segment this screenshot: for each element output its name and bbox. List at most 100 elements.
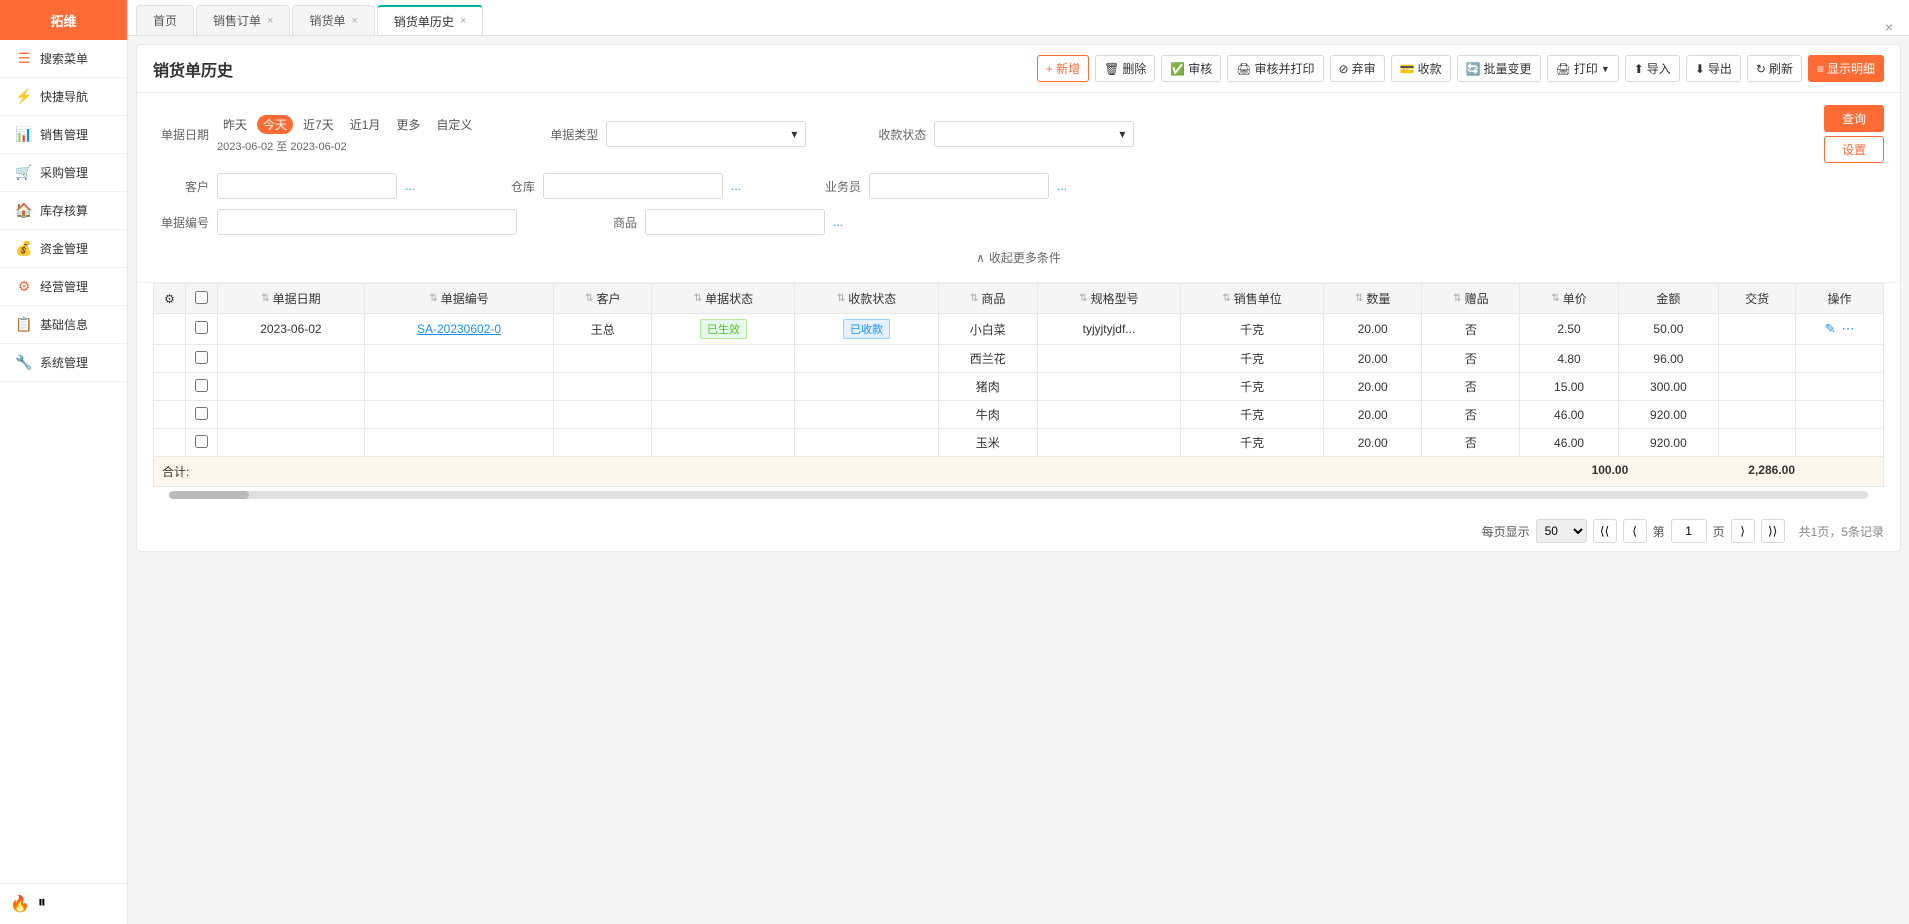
date-custom[interactable]: 自定义 bbox=[430, 115, 478, 134]
tab-sales-order[interactable]: 销售订单 × bbox=[196, 5, 290, 35]
cell-check-4[interactable] bbox=[186, 429, 218, 457]
cell-gift-3: 否 bbox=[1422, 401, 1520, 429]
sidebar-item-quick-nav[interactable]: ⚡ 快捷导航 bbox=[0, 78, 127, 116]
date-today[interactable]: 今天 bbox=[257, 115, 293, 134]
cell-collect-status-3 bbox=[795, 401, 938, 429]
tab-sales-history[interactable]: 销货单历史 × bbox=[377, 5, 483, 35]
table-row: 牛肉 千克 20.00 否 46.00 920.00 bbox=[154, 401, 1884, 429]
abandon-button[interactable]: ⊘ 弃审 bbox=[1330, 55, 1385, 82]
doc-type-select[interactable]: ▾ bbox=[606, 121, 806, 147]
th-qty[interactable]: ⇅数量 bbox=[1324, 284, 1422, 314]
sidebar-item-search-menu[interactable]: ☰ 搜索菜单 bbox=[0, 40, 127, 78]
th-goods[interactable]: ⇅商品 bbox=[938, 284, 1037, 314]
th-check[interactable] bbox=[186, 284, 218, 314]
filter-row-2: 客户 ... 仓库 ... 业务员 ... bbox=[153, 173, 1884, 199]
row-checkbox-4[interactable] bbox=[195, 435, 208, 448]
page-last-button[interactable]: ⟩⟩ bbox=[1761, 519, 1785, 543]
cell-collect-status-0: 已收款 bbox=[795, 314, 938, 345]
row-checkbox-1[interactable] bbox=[195, 351, 208, 364]
warehouse-ellipsis[interactable]: ... bbox=[731, 179, 741, 193]
batch-change-button[interactable]: 🔄 批量变更 bbox=[1457, 55, 1541, 82]
date-1month[interactable]: 近1月 bbox=[344, 115, 387, 134]
date-7days[interactable]: 近7天 bbox=[297, 115, 340, 134]
cell-check-3[interactable] bbox=[186, 401, 218, 429]
table-scroll-thumb bbox=[169, 491, 249, 499]
fire-icon[interactable]: 🔥 bbox=[10, 894, 30, 914]
set-button[interactable]: 设置 bbox=[1824, 136, 1884, 163]
delete-button[interactable]: 🗑 删除 bbox=[1095, 55, 1155, 82]
date-more[interactable]: 更多 bbox=[390, 115, 426, 134]
tab-sales-goods[interactable]: 销货单 × bbox=[292, 5, 374, 35]
audit-button[interactable]: ✅ 审核 bbox=[1161, 55, 1221, 82]
th-date[interactable]: ⇅单据日期 bbox=[218, 284, 365, 314]
edit-icon-0[interactable]: ✎ bbox=[1825, 321, 1836, 337]
customer-input[interactable] bbox=[217, 173, 397, 199]
th-price[interactable]: ⇅单价 bbox=[1520, 284, 1618, 314]
sidebar-item-label: 快捷导航 bbox=[40, 88, 88, 105]
tab-sales-goods-close[interactable]: × bbox=[351, 15, 357, 27]
collapse-button[interactable]: ∧ 收起更多条件 bbox=[153, 245, 1884, 270]
doc-no-link-0[interactable]: SA-20230602-0 bbox=[417, 322, 501, 336]
filter-doc-no: 单据编号 bbox=[153, 209, 517, 235]
th-no[interactable]: ⇅单据编号 bbox=[364, 284, 553, 314]
th-doc-status[interactable]: ⇅单据状态 bbox=[652, 284, 795, 314]
page-number-input[interactable] bbox=[1671, 519, 1707, 543]
cell-check-1[interactable] bbox=[186, 345, 218, 373]
salesperson-input[interactable] bbox=[869, 173, 1049, 199]
page-prev-button[interactable]: ⟨ bbox=[1623, 519, 1647, 543]
new-button[interactable]: + 新增 bbox=[1037, 55, 1089, 82]
sidebar-item-finance-mgmt[interactable]: 💰 资金管理 bbox=[0, 230, 127, 268]
tab-sales-history-close[interactable]: × bbox=[460, 15, 466, 27]
export-button[interactable]: ⬇ 导出 bbox=[1686, 55, 1741, 82]
th-collect-status[interactable]: ⇅收款状态 bbox=[795, 284, 938, 314]
tab-home[interactable]: 首页 bbox=[136, 5, 194, 35]
goods-input[interactable] bbox=[645, 209, 825, 235]
salesperson-ellipsis[interactable]: ... bbox=[1057, 179, 1067, 193]
query-button[interactable]: 查询 bbox=[1824, 105, 1884, 132]
cell-collect-status-1 bbox=[795, 345, 938, 373]
page-next-button[interactable]: ⟩ bbox=[1731, 519, 1755, 543]
cell-transaction-4 bbox=[1719, 429, 1796, 457]
print-button[interactable]: 🖨 打印 ▼ bbox=[1547, 55, 1619, 82]
window-close-icon[interactable]: × bbox=[1885, 19, 1893, 35]
th-spec[interactable]: ⇅规格型号 bbox=[1037, 284, 1180, 314]
audit-print-button[interactable]: 🖨 审核并打印 bbox=[1227, 55, 1323, 82]
data-table: ⚙ ⇅单据日期 ⇅单据编号 ⇅客户 ⇅单据状态 ⇅收款状态 ⇅商品 ⇅规格型号 … bbox=[153, 283, 1884, 457]
tab-sales-order-close[interactable]: × bbox=[267, 15, 273, 27]
th-gift[interactable]: ⇅赠品 bbox=[1422, 284, 1520, 314]
th-settings[interactable]: ⚙ bbox=[154, 284, 186, 314]
refresh-button[interactable]: ↻ 刷新 bbox=[1747, 55, 1802, 82]
th-unit[interactable]: ⇅销售单位 bbox=[1181, 284, 1324, 314]
page-first-button[interactable]: ⟨⟨ bbox=[1593, 519, 1617, 543]
th-transaction[interactable]: 交货 bbox=[1719, 284, 1796, 314]
sidebar-item-basic-info[interactable]: 📋 基础信息 bbox=[0, 306, 127, 344]
warehouse-input[interactable] bbox=[543, 173, 723, 199]
date-yesterday[interactable]: 昨天 bbox=[217, 115, 253, 134]
goods-ellipsis[interactable]: ... bbox=[833, 215, 843, 229]
sidebar-item-purchase-mgmt[interactable]: 🛒 采购管理 bbox=[0, 154, 127, 192]
doc-no-input[interactable] bbox=[217, 209, 517, 235]
row-checkbox-0[interactable] bbox=[195, 321, 208, 334]
import-button[interactable]: ⬆ 导入 bbox=[1625, 55, 1680, 82]
sidebar-item-inventory-calc[interactable]: 🏠 库存核算 bbox=[0, 192, 127, 230]
sort-spec-icon: ⇅ bbox=[1079, 293, 1087, 304]
per-page-select[interactable]: 50 100 200 bbox=[1536, 519, 1587, 543]
quick-nav-icon: ⚡ bbox=[16, 89, 32, 105]
table-scrollbar[interactable] bbox=[169, 491, 1868, 499]
customer-ellipsis[interactable]: ... bbox=[405, 179, 415, 193]
cell-check-2[interactable] bbox=[186, 373, 218, 401]
cell-check-0[interactable] bbox=[186, 314, 218, 345]
collect-status-select[interactable]: ▾ bbox=[934, 121, 1134, 147]
sidebar-item-sales-mgmt[interactable]: 📊 销售管理 bbox=[0, 116, 127, 154]
sidebar-item-sys-mgmt[interactable]: 🔧 系统管理 bbox=[0, 344, 127, 382]
collect-button[interactable]: 💳 收款 bbox=[1391, 55, 1451, 82]
th-customer[interactable]: ⇅客户 bbox=[554, 284, 652, 314]
check-all[interactable] bbox=[195, 291, 208, 304]
more-icon-0[interactable]: ⋯ bbox=[1841, 321, 1854, 337]
sidebar-item-ops-mgmt[interactable]: ⚙ 经营管理 bbox=[0, 268, 127, 306]
th-amount[interactable]: 金额 bbox=[1618, 284, 1719, 314]
pause-icon[interactable]: ⏸ bbox=[38, 894, 46, 914]
row-checkbox-3[interactable] bbox=[195, 407, 208, 420]
show-detail-button[interactable]: ≡ 显示明细 bbox=[1808, 55, 1884, 82]
row-checkbox-2[interactable] bbox=[195, 379, 208, 392]
